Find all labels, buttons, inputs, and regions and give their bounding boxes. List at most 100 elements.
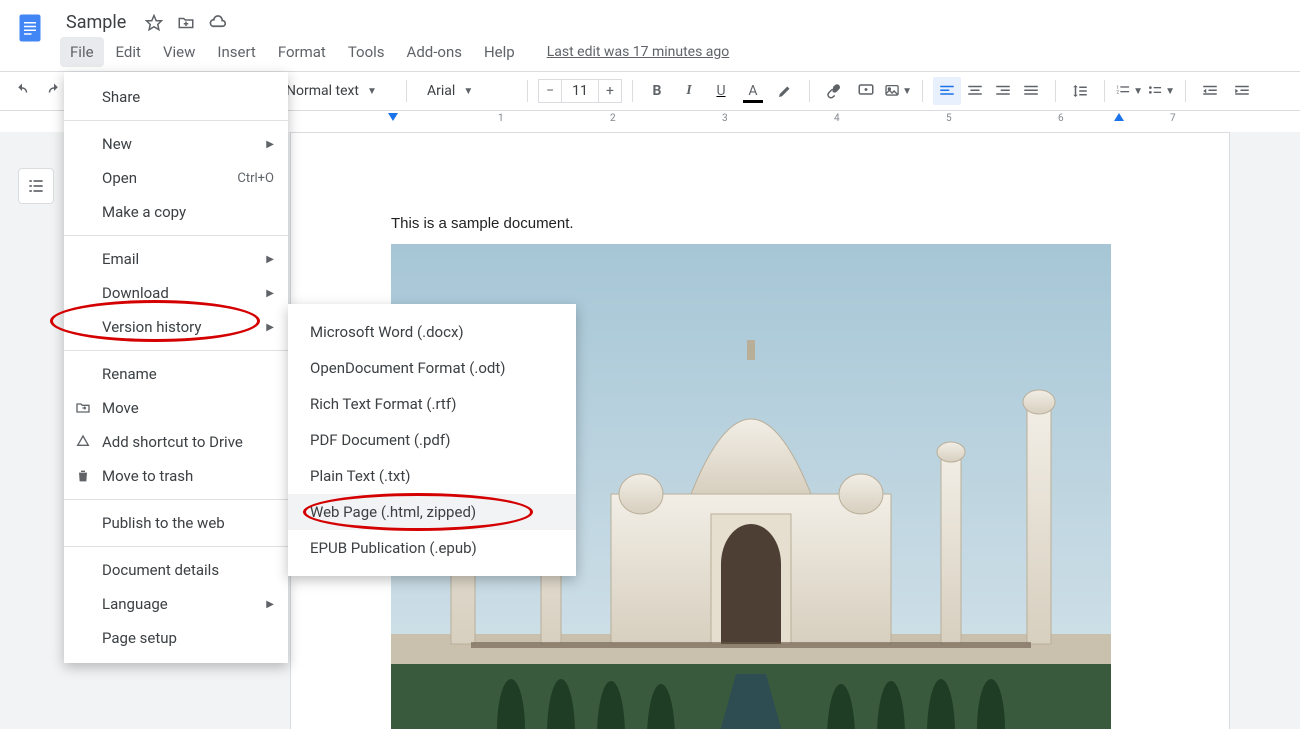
- file-menu-publish[interactable]: Publish to the web: [64, 506, 288, 540]
- align-center-button[interactable]: [961, 77, 989, 105]
- download-odt[interactable]: OpenDocument Format (.odt): [288, 350, 576, 386]
- toolbar-divider: [1055, 80, 1056, 102]
- align-right-button[interactable]: [989, 77, 1017, 105]
- file-menu-version-history[interactable]: Version history▶: [64, 310, 288, 344]
- chevron-right-icon: ▶: [266, 254, 274, 265]
- download-html[interactable]: Web Page (.html, zipped): [288, 494, 576, 530]
- line-spacing-button[interactable]: [1066, 77, 1094, 105]
- insert-link-button[interactable]: [820, 77, 848, 105]
- menu-view[interactable]: View: [153, 37, 205, 67]
- toolbar-divider: [809, 80, 810, 102]
- menu-separator: [64, 120, 288, 121]
- download-pdf[interactable]: PDF Document (.pdf): [288, 422, 576, 458]
- cloud-status-icon[interactable]: [208, 13, 228, 33]
- add-comment-button[interactable]: [852, 77, 880, 105]
- file-menu-new[interactable]: New▶: [64, 127, 288, 161]
- docs-logo-icon: [12, 10, 48, 46]
- chevron-down-icon: ▼: [1165, 86, 1175, 97]
- svg-text:2: 2: [1116, 90, 1119, 96]
- document-outline-button[interactable]: [18, 168, 54, 204]
- ruler-tick: 3: [722, 113, 728, 124]
- bold-button[interactable]: B: [643, 77, 671, 105]
- file-menu-move[interactable]: Move: [64, 391, 288, 425]
- toolbar-divider: [632, 80, 633, 102]
- file-menu-document-details[interactable]: Document details: [64, 553, 288, 587]
- align-left-button[interactable]: [933, 77, 961, 105]
- menu-help[interactable]: Help: [474, 37, 525, 67]
- decrease-font-button[interactable]: −: [538, 79, 562, 103]
- menu-file[interactable]: File: [60, 37, 104, 67]
- file-menu-email[interactable]: Email▶: [64, 242, 288, 276]
- ruler-tick: 5: [946, 113, 952, 124]
- menu-format[interactable]: Format: [268, 37, 336, 67]
- menu-insert[interactable]: Insert: [207, 37, 265, 67]
- file-menu-add-shortcut[interactable]: Add shortcut to Drive: [64, 425, 288, 459]
- menu-separator: [64, 235, 288, 236]
- file-menu-download[interactable]: Download▶: [64, 276, 288, 310]
- decrease-indent-button[interactable]: [1196, 77, 1224, 105]
- paragraph-style-select[interactable]: Normal text ▼: [276, 83, 396, 99]
- file-menu-page-setup[interactable]: Page setup: [64, 621, 288, 655]
- docs-logo[interactable]: [10, 8, 50, 48]
- bulleted-list-button[interactable]: ▼: [1147, 77, 1175, 105]
- document-title[interactable]: Sample: [60, 12, 132, 33]
- title-row: Sample: [60, 6, 1290, 37]
- header-bar: Sample File Edit View Insert Format Tool…: [0, 0, 1300, 67]
- drive-shortcut-icon: [74, 433, 92, 451]
- font-size-control: − 11 +: [538, 79, 622, 103]
- chevron-down-icon: ▼: [902, 86, 912, 97]
- ruler-tick: 1: [498, 113, 504, 124]
- insert-image-button[interactable]: ▼: [884, 77, 912, 105]
- underline-button[interactable]: U: [707, 77, 735, 105]
- download-submenu: Microsoft Word (.docx) OpenDocument Form…: [288, 304, 576, 576]
- font-family-select[interactable]: Arial ▼: [417, 83, 517, 99]
- file-menu-open[interactable]: OpenCtrl+O: [64, 161, 288, 195]
- increase-font-button[interactable]: +: [598, 79, 622, 103]
- download-txt[interactable]: Plain Text (.txt): [288, 458, 576, 494]
- menu-separator: [64, 350, 288, 351]
- star-icon[interactable]: [144, 13, 164, 33]
- trash-icon: [74, 467, 92, 485]
- font-family-label: Arial: [427, 83, 455, 99]
- download-rtf[interactable]: Rich Text Format (.rtf): [288, 386, 576, 422]
- chevron-right-icon: ▶: [266, 599, 274, 610]
- highlight-color-button[interactable]: [771, 77, 799, 105]
- keyboard-shortcut: Ctrl+O: [237, 171, 274, 186]
- chevron-right-icon: ▶: [266, 322, 274, 333]
- file-menu-move-to-trash[interactable]: Move to trash: [64, 459, 288, 493]
- menu-addons[interactable]: Add-ons: [397, 37, 472, 67]
- file-menu-rename[interactable]: Rename: [64, 357, 288, 391]
- toolbar-divider: [527, 80, 528, 102]
- file-menu-language[interactable]: Language▶: [64, 587, 288, 621]
- last-edit-link[interactable]: Last edit was 17 minutes ago: [547, 44, 730, 60]
- toolbar-divider: [922, 80, 923, 102]
- chevron-down-icon: ▼: [1133, 86, 1143, 97]
- menu-separator: [64, 499, 288, 500]
- undo-button[interactable]: [8, 77, 36, 105]
- align-justify-button[interactable]: [1017, 77, 1045, 105]
- italic-button[interactable]: I: [675, 77, 703, 105]
- toolbar-divider: [1104, 80, 1105, 102]
- ruler-right-marker[interactable]: [1114, 113, 1124, 121]
- increase-indent-button[interactable]: [1228, 77, 1256, 105]
- title-area: Sample File Edit View Insert Format Tool…: [60, 6, 1290, 67]
- chevron-right-icon: ▶: [266, 139, 274, 150]
- outline-icon: [26, 176, 46, 196]
- document-text-line[interactable]: This is a sample document.: [391, 215, 1129, 232]
- menu-edit[interactable]: Edit: [106, 37, 151, 67]
- menubar: File Edit View Insert Format Tools Add-o…: [60, 37, 1290, 67]
- move-folder-icon[interactable]: [176, 13, 196, 33]
- text-color-button[interactable]: A: [739, 77, 767, 105]
- ruler-tick: 7: [1170, 113, 1176, 124]
- ruler-tick: 4: [834, 113, 840, 124]
- menu-tools[interactable]: Tools: [338, 37, 395, 67]
- move-icon: [74, 399, 92, 417]
- font-size-value[interactable]: 11: [562, 79, 598, 103]
- download-epub[interactable]: EPUB Publication (.epub): [288, 530, 576, 566]
- paragraph-style-label: Normal text: [286, 83, 359, 99]
- numbered-list-button[interactable]: 12 ▼: [1115, 77, 1143, 105]
- download-docx[interactable]: Microsoft Word (.docx): [288, 314, 576, 350]
- file-menu-share[interactable]: Share: [64, 80, 288, 114]
- file-menu-make-copy[interactable]: Make a copy: [64, 195, 288, 229]
- ruler-left-marker[interactable]: [388, 113, 398, 121]
